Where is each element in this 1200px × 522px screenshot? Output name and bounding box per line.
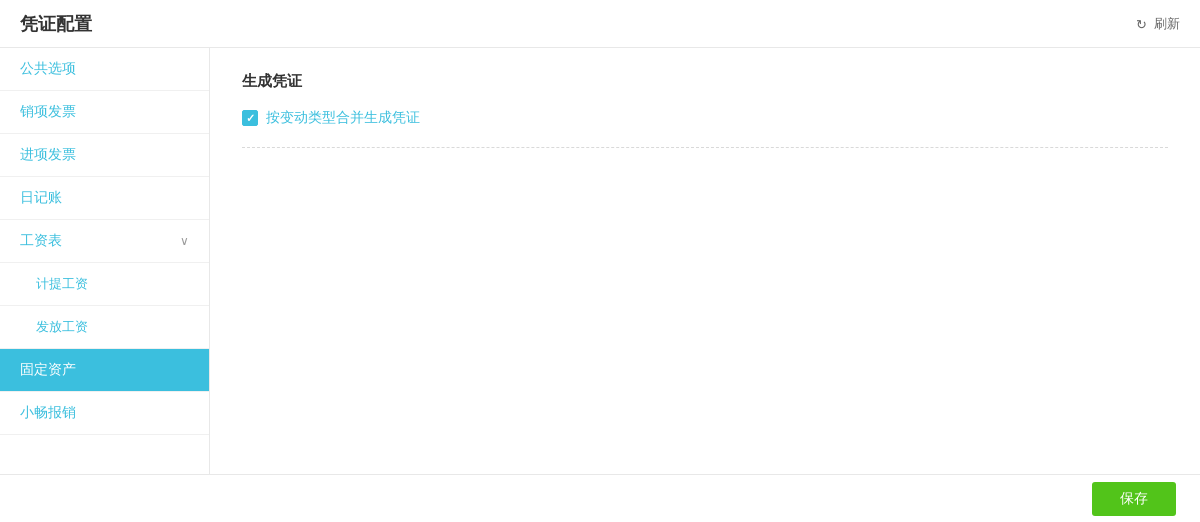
checkbox-row: 按变动类型合并生成凭证	[242, 109, 1168, 127]
section-title: 生成凭证	[242, 72, 1168, 91]
sidebar-item-sales-invoice[interactable]: 销项发票	[0, 91, 209, 134]
page-title: 凭证配置	[20, 12, 92, 36]
sidebar-item-label: 日记账	[20, 189, 62, 207]
footer: 保存	[0, 474, 1200, 522]
sidebar-item-label: 发放工资	[36, 318, 88, 336]
sidebar-item-expense-report[interactable]: 小畅报销	[0, 392, 209, 435]
sidebar-item-public-options[interactable]: 公共选项	[0, 48, 209, 91]
sidebar-item-purchase-invoice[interactable]: 进项发票	[0, 134, 209, 177]
sidebar-item-label: 进项发票	[20, 146, 76, 164]
refresh-button[interactable]: ↻ 刷新	[1136, 15, 1180, 33]
merge-by-type-checkbox[interactable]	[242, 110, 258, 126]
sidebar-item-payroll-issue[interactable]: 发放工资	[0, 306, 209, 349]
sidebar-item-label: 公共选项	[20, 60, 76, 78]
sidebar-item-journal[interactable]: 日记账	[0, 177, 209, 220]
sidebar-item-label: 小畅报销	[20, 404, 76, 422]
sidebar-item-payroll-table[interactable]: 工资表 ∨	[0, 220, 209, 263]
section-divider	[242, 147, 1168, 148]
body-wrapper: 公共选项销项发票进项发票日记账工资表 ∨ 计提工资发放工资固定资产小畅报销 生成凭证…	[0, 48, 1200, 474]
sidebar-item-label: 固定资产	[20, 361, 76, 379]
page-wrapper: 凭证配置 ↻ 刷新 公共选项销项发票进项发票日记账工资表 ∨ 计提工资发放工资固定资…	[0, 0, 1200, 522]
sidebar-item-label: 销项发票	[20, 103, 76, 121]
sidebar-item-label: 工资表	[20, 232, 62, 250]
sidebar-item-payroll-calc[interactable]: 计提工资	[0, 263, 209, 306]
sidebar-item-fixed-assets[interactable]: 固定资产	[0, 349, 209, 392]
refresh-label: 刷新	[1154, 15, 1180, 33]
chevron-down-icon: ∨	[180, 234, 189, 248]
sidebar-item-label: 计提工资	[36, 275, 88, 293]
sidebar: 公共选项销项发票进项发票日记账工资表 ∨ 计提工资发放工资固定资产小畅报销	[0, 48, 210, 474]
save-button[interactable]: 保存	[1092, 482, 1176, 516]
refresh-icon: ↻	[1136, 17, 1150, 31]
header: 凭证配置 ↻ 刷新	[0, 0, 1200, 48]
main-content: 生成凭证 按变动类型合并生成凭证	[210, 48, 1200, 474]
merge-by-type-label[interactable]: 按变动类型合并生成凭证	[266, 109, 420, 127]
